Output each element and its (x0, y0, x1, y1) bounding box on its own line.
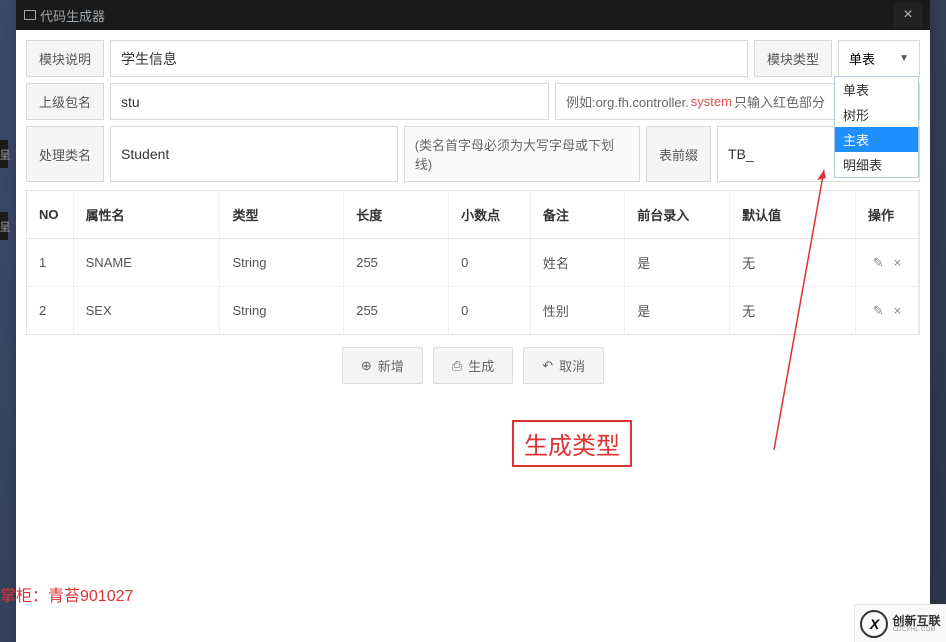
attributes-table: NO 属性名 类型 长度 小数点 备注 前台录入 默认值 操作 1 SNAME (27, 191, 919, 334)
cell-len: 255 (344, 287, 449, 335)
cell-remark: 姓名 (530, 239, 624, 287)
class-name-label: 处理类名 (26, 126, 104, 182)
attributes-table-wrap: NO 属性名 类型 长度 小数点 备注 前台录入 默认值 操作 1 SNAME (26, 190, 920, 335)
cell-dec: 0 (449, 239, 531, 287)
chevron-down-icon: ▼ (899, 53, 909, 64)
cell-len: 255 (344, 239, 449, 287)
cell-type: String (220, 239, 344, 287)
table-row: 1 SNAME String 255 0 姓名 是 无 ✎ × (27, 239, 919, 287)
th-type: 类型 (220, 191, 344, 239)
th-no: NO (27, 191, 73, 239)
pkg-hint-red: system (691, 94, 732, 109)
modal-header: 代码生成器 × (16, 0, 930, 30)
dropdown-item-main[interactable]: 主表 (835, 127, 918, 152)
toolbar: ⊕新增 ⎙生成 ↶取消 (26, 347, 920, 384)
logo-text-en: CDCXHL.COM (892, 627, 940, 633)
table-row: 2 SEX String 255 0 性别 是 无 ✎ × (27, 287, 919, 335)
form-row-package: 上级包名 例如:org.fh.controller.system 只输入红色部分… (26, 83, 920, 120)
callout-generate-type: 生成类型 (512, 420, 632, 467)
close-button[interactable]: × (894, 3, 922, 27)
cell-type: String (220, 287, 344, 335)
modal-title: 代码生成器 (24, 6, 105, 25)
dropdown-item-tree[interactable]: 树形 (835, 102, 918, 127)
cancel-button[interactable]: ↶取消 (523, 347, 604, 384)
cell-front: 是 (625, 287, 730, 335)
th-front: 前台录入 (625, 191, 730, 239)
window-icon (24, 10, 36, 20)
dropdown-item-detail[interactable]: 明细表 (835, 152, 918, 177)
cell-default: 无 (730, 239, 856, 287)
modal-body: 模块说明 模块类型 单表 ▼ 单表 树形 主表 明细表 上级包名 例如:org.… (16, 30, 930, 394)
cell-attr: SEX (73, 287, 220, 335)
modal-title-text: 代码生成器 (40, 6, 105, 25)
module-desc-label: 模块说明 (26, 40, 104, 77)
brand-logo: X 创新互联 CDCXHL.COM (854, 604, 946, 642)
th-op: 操作 (856, 191, 919, 239)
edit-icon[interactable]: ✎ (873, 255, 884, 271)
cell-dec: 0 (449, 287, 531, 335)
cell-remark: 性别 (530, 287, 624, 335)
plus-icon: ⊕ (361, 358, 372, 374)
parent-pkg-label: 上级包名 (26, 83, 104, 120)
pkg-hint: 例如:org.fh.controller.system 只输入红色部分 (555, 83, 836, 120)
th-attr: 属性名 (73, 191, 220, 239)
module-desc-input[interactable] (110, 40, 748, 77)
module-type-label: 模块类型 (754, 40, 832, 77)
th-dec: 小数点 (449, 191, 531, 239)
parent-pkg-input[interactable] (110, 83, 549, 120)
cell-default: 无 (730, 287, 856, 335)
form-row-class: 处理类名 (类名首字母必须为大写字母或下划线) 表前缀 (26, 126, 920, 182)
table-prefix-label: 表前缀 (646, 126, 711, 182)
th-remark: 备注 (530, 191, 624, 239)
dropdown-item-single[interactable]: 单表 (835, 77, 918, 102)
th-len: 长度 (344, 191, 449, 239)
delete-icon[interactable]: × (894, 303, 902, 319)
class-name-input[interactable] (110, 126, 398, 182)
pkg-hint-prefix: 例如:org.fh.controller. (566, 92, 689, 111)
logo-text-cn: 创新互联 (892, 615, 940, 627)
cell-no: 1 (27, 239, 73, 287)
logo-icon: X (860, 610, 888, 638)
side-badge-1: 呈 (0, 140, 8, 168)
form-row-module: 模块说明 模块类型 单表 ▼ 单表 树形 主表 明细表 (26, 40, 920, 77)
generate-button[interactable]: ⎙生成 (433, 347, 513, 384)
module-type-select[interactable]: 单表 ▼ 单表 树形 主表 明细表 (838, 40, 920, 77)
cell-front: 是 (625, 239, 730, 287)
module-type-dropdown: 单表 树形 主表 明细表 (834, 76, 919, 178)
th-default: 默认值 (730, 191, 856, 239)
edit-icon[interactable]: ✎ (873, 303, 884, 319)
class-hint: (类名首字母必须为大写字母或下划线) (404, 126, 640, 182)
print-icon: ⎙ (452, 358, 462, 374)
back-icon: ↶ (542, 358, 553, 374)
cell-no: 2 (27, 287, 73, 335)
footer-signature: 掌柜：青苔901027 (0, 582, 133, 606)
add-button[interactable]: ⊕新增 (342, 347, 423, 384)
pkg-hint-suffix: 只输入红色部分 (734, 92, 825, 111)
module-type-value: 单表 (849, 49, 875, 68)
side-badge-2: 呈 (0, 212, 8, 240)
code-generator-modal: 代码生成器 × 模块说明 模块类型 单表 ▼ 单表 树形 主表 明细表 上级包名 (16, 0, 930, 642)
delete-icon[interactable]: × (894, 255, 902, 271)
cell-attr: SNAME (73, 239, 220, 287)
